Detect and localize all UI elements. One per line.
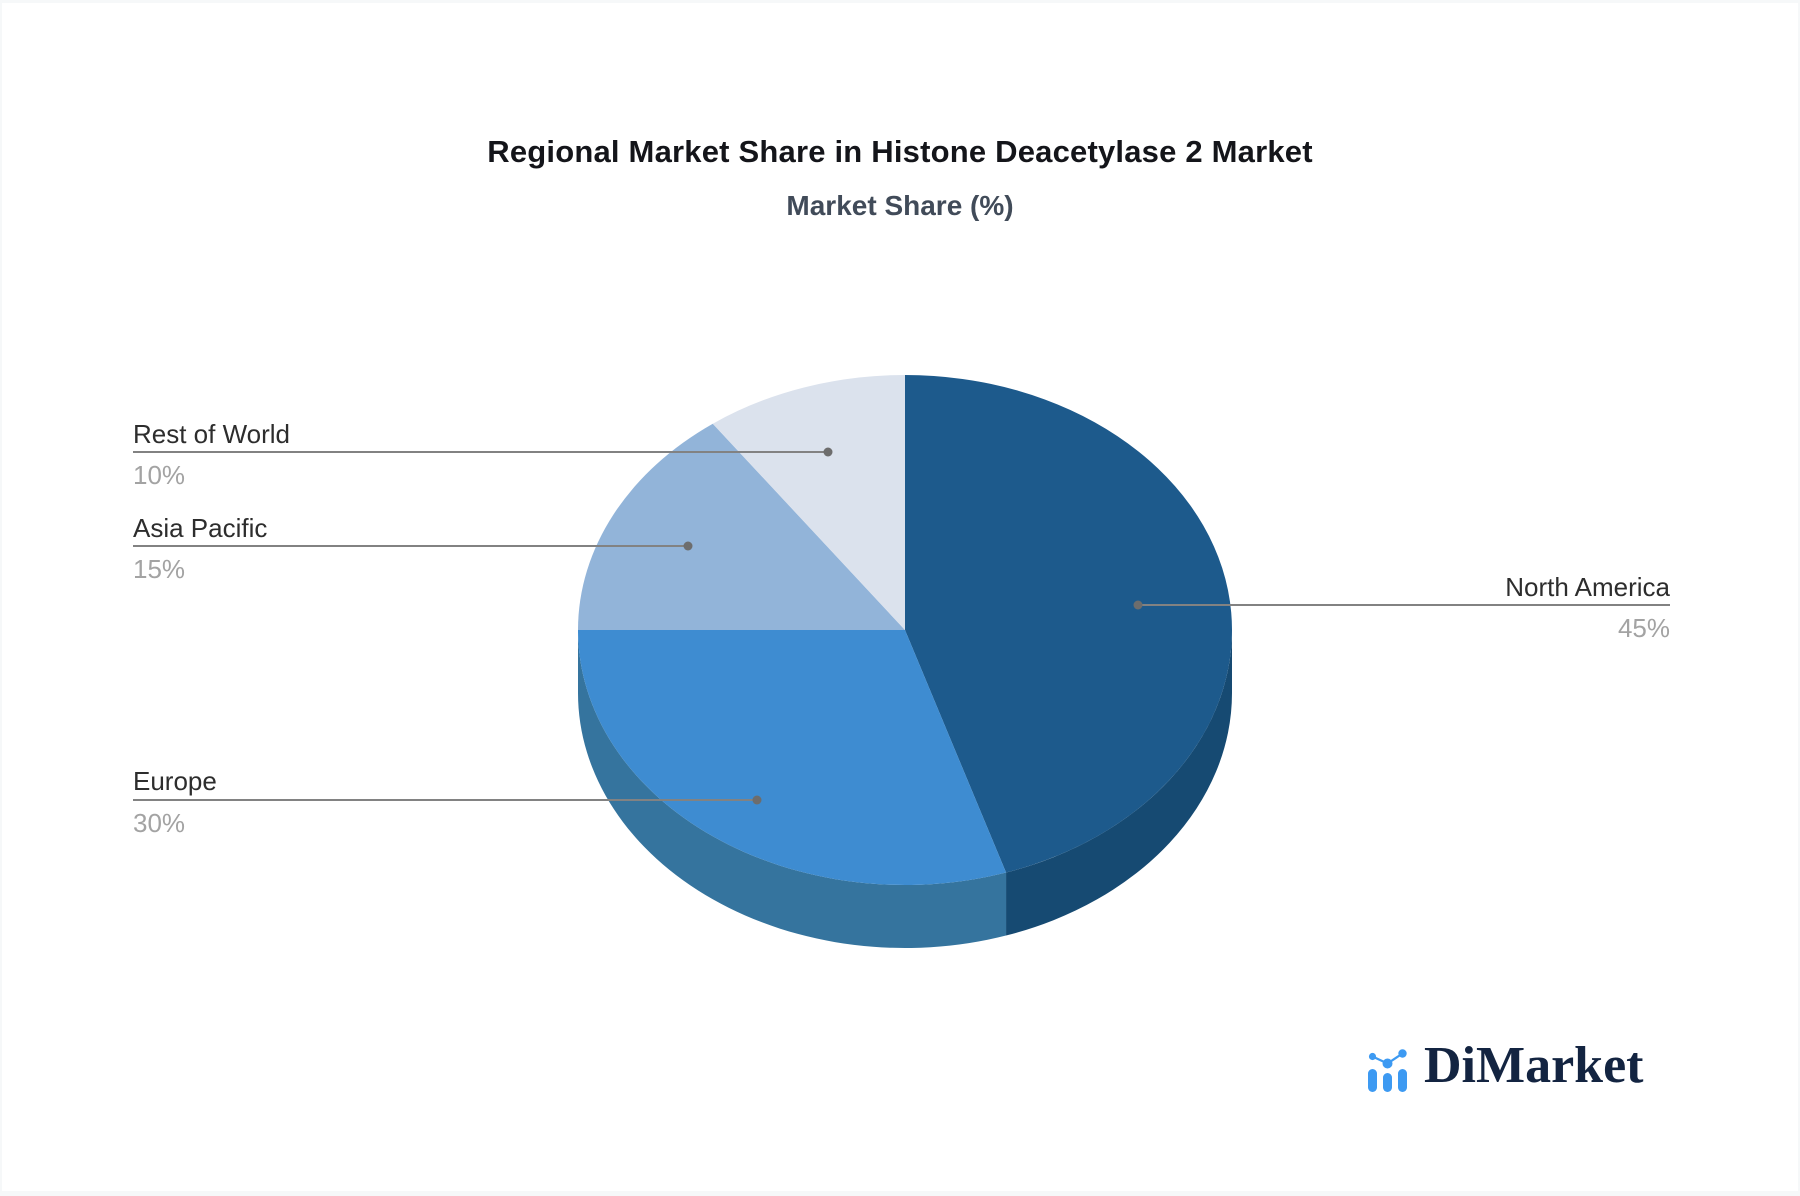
- slice-percent-rest-of-world: 10%: [133, 460, 186, 490]
- leader-dot-north-america: [1133, 600, 1143, 610]
- bottom-edge-divider: [0, 1191, 1800, 1196]
- chart-page: Regional Market Share in Histone Deacety…: [0, 0, 1800, 1196]
- slice-name-europe: Europe: [133, 766, 217, 796]
- slice-name-asia-pacific: Asia Pacific: [133, 513, 268, 543]
- leader-dot-rest-of-world: [823, 447, 833, 457]
- slice-name-rest-of-world: Rest of World: [133, 419, 291, 449]
- slice-percent-asia-pacific: 15%: [133, 554, 186, 584]
- slice-percent-north-america: 45%: [1617, 613, 1670, 643]
- bar-chart-icon: [1368, 1049, 1407, 1092]
- slice-percent-europe: 30%: [133, 808, 186, 838]
- logo-text: DiMarket: [1424, 1037, 1644, 1094]
- slice-name-north-america: North America: [1505, 572, 1670, 602]
- leader-dot-asia-pacific: [683, 541, 693, 551]
- leader-dot-europe: [752, 795, 762, 805]
